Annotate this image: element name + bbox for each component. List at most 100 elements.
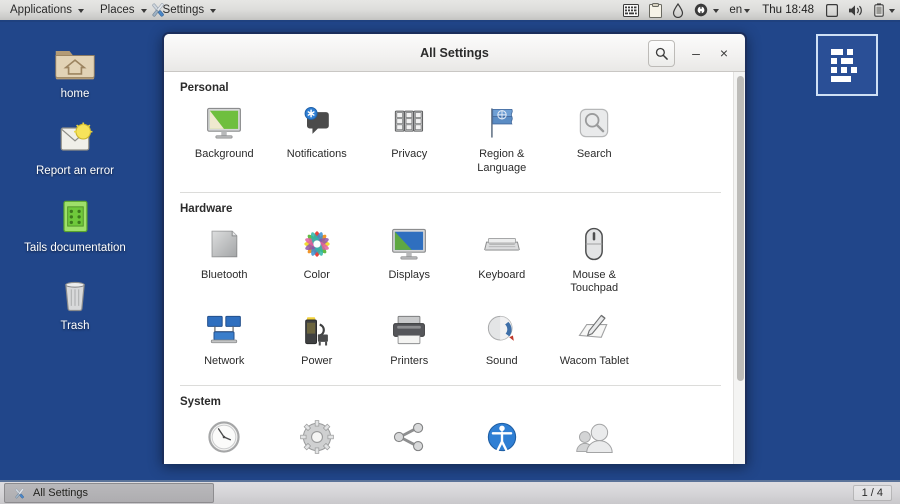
settings-item-region-language[interactable]: Region & Language <box>456 97 549 184</box>
onscreen-keyboard-icon[interactable] <box>618 0 644 21</box>
search-icon <box>655 47 668 60</box>
network-icon <box>207 315 242 344</box>
settings-item-region-language-label: Region & Language <box>477 148 527 174</box>
workspace-indicator[interactable]: 1 / 4 <box>852 485 892 501</box>
power-icon <box>304 317 328 346</box>
keyboard-icon <box>483 237 520 251</box>
workspace-label: 1 / 4 <box>861 487 883 499</box>
settings-item-printers[interactable]: Printers <box>363 304 456 377</box>
settings-item-mouse-touchpad[interactable]: Mouse & Touchpad <box>548 218 641 305</box>
taskbar-item-label: All Settings <box>33 487 89 499</box>
chevron-down-icon <box>140 8 147 13</box>
section-system-grid <box>178 411 723 464</box>
desktop-icon-report-error[interactable]: Report an error <box>5 113 145 182</box>
display-icon[interactable] <box>821 0 843 21</box>
taskbar-item-all-settings[interactable]: All Settings <box>4 483 214 503</box>
settings-item-users[interactable] <box>548 411 641 464</box>
all-settings-window: All Settings – × Personal Background Not… <box>162 32 747 464</box>
wacom-tablet-icon <box>578 314 608 338</box>
settings-item-background[interactable]: Background <box>178 97 271 184</box>
vertical-scrollbar[interactable] <box>733 72 745 464</box>
desktop-icon-column: home Report an error Tails documentation… <box>0 24 150 337</box>
settings-item-sound[interactable]: Sound <box>456 304 549 377</box>
water-drop-icon[interactable] <box>667 0 689 21</box>
clipboard-icon[interactable] <box>644 0 667 21</box>
desktop-icon-tails-documentation[interactable]: Tails documentation <box>5 190 145 259</box>
settings-item-notifications-label: Notifications <box>286 148 347 160</box>
applications-menu[interactable]: Applications <box>0 0 92 21</box>
settings-item-bluetooth[interactable]: Bluetooth <box>178 218 271 305</box>
section-personal-grid: Background Notifications Privacy Region … <box>178 97 723 184</box>
settings-item-search[interactable]: Search <box>548 97 641 184</box>
report-error-icon <box>60 122 93 151</box>
places-menu[interactable]: Places <box>92 0 155 21</box>
close-glyph: × <box>719 45 729 61</box>
settings-item-mouse-touchpad-label: Mouse & Touchpad <box>570 268 619 295</box>
chevron-down-icon <box>744 8 751 13</box>
settings-menu-label: Settings <box>162 4 205 16</box>
section-hardware-title: Hardware <box>180 202 233 215</box>
desktop-icon-home[interactable]: home <box>5 36 145 105</box>
volume-icon[interactable] <box>843 0 869 21</box>
language-label: en <box>729 4 743 16</box>
window-titlebar[interactable]: All Settings – × <box>164 34 745 72</box>
minimize-button[interactable]: – <box>683 40 709 66</box>
settings-item-privacy[interactable]: Privacy <box>363 97 456 184</box>
settings-item-power[interactable]: Power <box>271 304 364 377</box>
minimize-glyph: – <box>692 45 700 61</box>
section-personal-title: Personal <box>180 82 229 94</box>
applications-menu-label: Applications <box>10 4 73 16</box>
settings-item-sharing[interactable] <box>363 411 456 464</box>
settings-item-wacom-tablet[interactable]: Wacom Tablet <box>548 304 641 377</box>
tor-onion-icon[interactable] <box>689 0 724 21</box>
desktop-icon-report-error-label: Report an error <box>36 165 114 178</box>
close-button[interactable]: × <box>711 40 737 66</box>
trash-icon <box>65 281 85 311</box>
chevron-down-icon <box>889 8 895 13</box>
privacy-icon <box>395 110 424 132</box>
settings-item-wacom-tablet-label: Wacom Tablet <box>559 355 629 367</box>
settings-item-keyboard-label: Keyboard <box>478 268 526 281</box>
tails-logo-icon <box>831 49 857 82</box>
bluetooth-icon <box>211 230 238 257</box>
clock-label: Thu 18:48 <box>762 4 814 16</box>
language-indicator[interactable]: en <box>724 0 755 21</box>
search-button[interactable] <box>648 39 675 67</box>
settings-sections: Personal Background Notifications Privac… <box>164 72 737 464</box>
scrollbar-thumb[interactable] <box>737 76 744 381</box>
chevron-down-icon <box>78 8 85 13</box>
clock[interactable]: Thu 18:48 <box>755 0 821 21</box>
mouse-touchpad-icon <box>585 227 604 260</box>
settings-item-color[interactable]: Color <box>271 218 364 305</box>
section-system: System <box>178 386 723 464</box>
settings-item-printers-label: Printers <box>390 355 429 367</box>
settings-item-date-time[interactable] <box>178 411 271 464</box>
chevron-down-icon <box>210 8 217 13</box>
settings-menu[interactable]: Settings <box>151 0 225 21</box>
notifications-icon <box>304 106 329 134</box>
settings-item-sound-label: Sound <box>485 355 518 367</box>
desktop-screen: Applications Places Settings en Thu 18:4… <box>0 0 900 504</box>
settings-item-displays[interactable]: Displays <box>363 218 456 305</box>
section-hardware-grid: Bluetooth Color Displays Keyboard Mouse … <box>178 218 723 377</box>
settings-item-notifications[interactable]: Notifications <box>271 97 364 184</box>
tails-logo-badge <box>816 34 878 96</box>
top-panel: Applications Places Settings en Thu 18:4… <box>0 0 900 22</box>
battery-icon[interactable] <box>869 0 900 21</box>
settings-item-details[interactable] <box>271 411 364 464</box>
settings-item-background-label: Background <box>194 148 254 160</box>
desktop-icon-trash-label: Trash <box>60 319 90 332</box>
settings-tools-icon <box>15 487 24 498</box>
settings-item-privacy-label: Privacy <box>391 148 428 160</box>
region-language-icon <box>490 108 513 138</box>
settings-item-keyboard[interactable]: Keyboard <box>456 218 549 305</box>
settings-item-universal-access[interactable] <box>456 411 549 464</box>
bottom-panel: All Settings 1 / 4 <box>0 480 900 504</box>
settings-item-displays-label: Displays <box>388 268 431 281</box>
settings-item-network[interactable]: Network <box>178 304 271 377</box>
sharing-icon <box>394 422 424 451</box>
desktop-icon-trash[interactable]: Trash <box>5 268 145 337</box>
universal-access-icon <box>487 422 516 452</box>
settings-item-color-label: Color <box>303 268 330 281</box>
printers-icon <box>393 315 426 345</box>
